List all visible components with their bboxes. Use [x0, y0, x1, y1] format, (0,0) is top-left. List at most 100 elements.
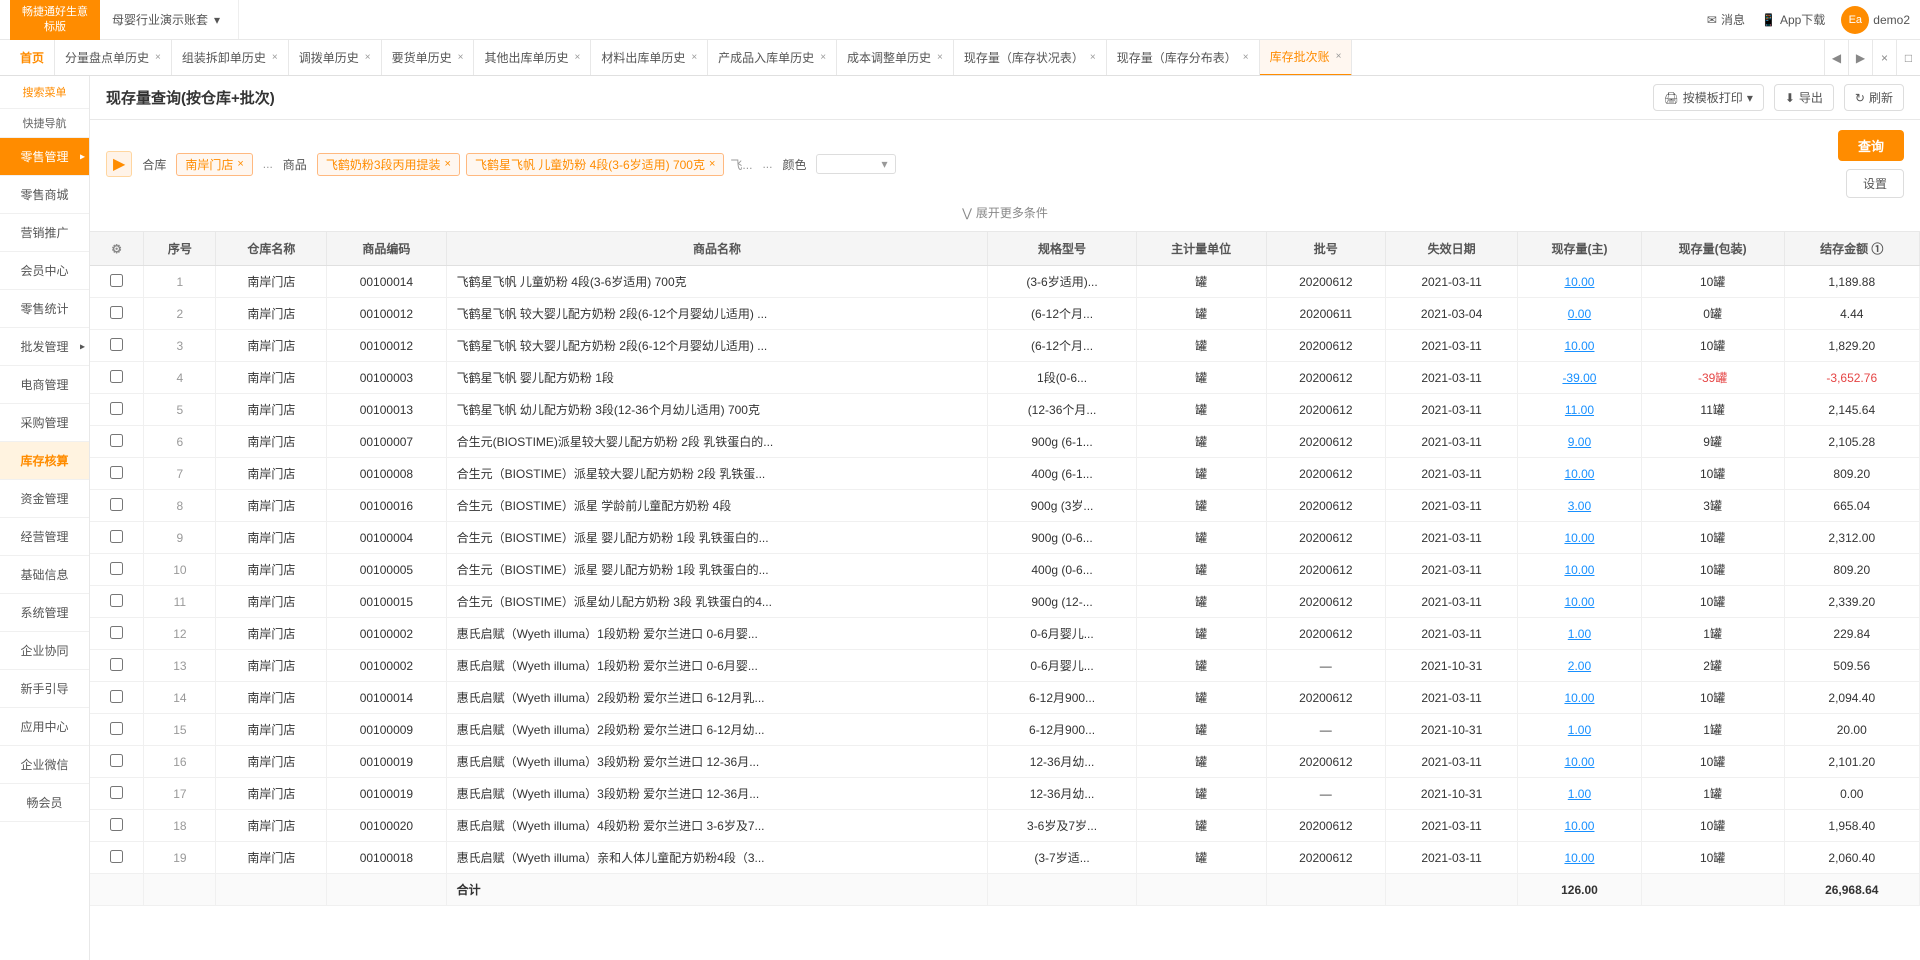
row-checkbox[interactable] — [90, 842, 144, 874]
row-stock-main[interactable]: 10.00 — [1518, 458, 1642, 490]
product-tag-0[interactable]: 飞鹤奶粉3段丙用提装 × — [317, 153, 460, 176]
tab-11[interactable]: 库存批次账 × — [1260, 40, 1353, 76]
row-checkbox[interactable] — [90, 682, 144, 714]
close-tab-btn[interactable]: × — [1872, 40, 1896, 76]
export-btn[interactable]: ⬇ 导出 — [1774, 84, 1834, 111]
sidebar-item-business[interactable]: 经营管理 — [0, 518, 89, 556]
sidebar-item-basic[interactable]: 基础信息 — [0, 556, 89, 594]
tab-1[interactable]: 分量盘点单历史 × — [55, 40, 172, 76]
close-icon[interactable]: × — [272, 52, 278, 63]
user-btn[interactable]: Ea demo2 — [1841, 6, 1910, 34]
row-checkbox[interactable] — [90, 810, 144, 842]
sidebar-item-wholesale[interactable]: 批发管理▸ — [0, 328, 89, 366]
filter-toggle-btn[interactable]: ▶ — [106, 151, 132, 177]
industry-select[interactable]: 母婴行业演示账套 ▾ — [100, 0, 239, 39]
row-checkbox[interactable] — [90, 330, 144, 362]
row-checkbox[interactable] — [90, 554, 144, 586]
tab-3[interactable]: 调拨单历史 × — [289, 40, 382, 76]
close-icon[interactable]: × — [1243, 52, 1249, 63]
sidebar-search[interactable]: 搜索菜单 — [0, 76, 89, 109]
tab-9[interactable]: 现存量（库存状况表）× — [954, 40, 1107, 76]
tab-8[interactable]: 成本调整单历史 × — [837, 40, 954, 76]
row-checkbox[interactable] — [90, 746, 144, 778]
sidebar-item-retail[interactable]: 零售管理▸ — [0, 138, 89, 176]
row-stock-main[interactable]: 11.00 — [1518, 394, 1642, 426]
sidebar-item-system[interactable]: 系统管理 — [0, 594, 89, 632]
warehouse-tag[interactable]: 南岸门店 × — [176, 153, 252, 176]
prev-tab-btn[interactable]: ◀ — [1824, 40, 1848, 76]
sidebar-item-guide[interactable]: 新手引导 — [0, 670, 89, 708]
product-remove-btn-0[interactable]: × — [445, 158, 451, 170]
row-checkbox[interactable] — [90, 266, 144, 298]
row-checkbox[interactable] — [90, 778, 144, 810]
product-more[interactable]: 飞... — [730, 156, 752, 173]
sidebar-item-marketing[interactable]: 营销推广 — [0, 214, 89, 252]
row-stock-main[interactable]: 10.00 — [1518, 810, 1642, 842]
expand-more-btn[interactable]: ⋁ 展开更多条件 — [962, 204, 1048, 221]
close-icon[interactable]: × — [458, 52, 464, 63]
close-icon[interactable]: × — [1090, 52, 1096, 63]
row-checkbox[interactable] — [90, 362, 144, 394]
maximize-tab-btn[interactable]: □ — [1896, 40, 1920, 76]
row-stock-main[interactable]: 10.00 — [1518, 266, 1642, 298]
tab-7[interactable]: 产成品入库单历史 × — [708, 40, 837, 76]
row-checkbox[interactable] — [90, 618, 144, 650]
tab-5[interactable]: 其他出库单历史 × — [474, 40, 591, 76]
sidebar-item-member[interactable]: 会员中心 — [0, 252, 89, 290]
row-stock-main[interactable]: 10.00 — [1518, 522, 1642, 554]
product-tag-1[interactable]: 飞鹤星飞帆 儿童奶粉 4段(3-6岁适用) 700克 × — [466, 153, 724, 176]
row-stock-main[interactable]: 3.00 — [1518, 490, 1642, 522]
download-btn[interactable]: 📱 App下载 — [1761, 11, 1825, 28]
row-checkbox[interactable] — [90, 650, 144, 682]
close-icon[interactable]: × — [574, 52, 580, 63]
color-select[interactable]: ▾ — [816, 154, 896, 174]
row-checkbox[interactable] — [90, 522, 144, 554]
row-stock-main[interactable]: 0.00 — [1518, 298, 1642, 330]
sidebar-item-retail-stats[interactable]: 零售统计 — [0, 290, 89, 328]
template-print-btn[interactable]: 🖨 按模板打印 ▾ — [1653, 84, 1764, 111]
row-checkbox[interactable] — [90, 458, 144, 490]
row-stock-main[interactable]: 9.00 — [1518, 426, 1642, 458]
close-icon[interactable]: × — [155, 52, 161, 63]
tab-4[interactable]: 要货单历史 × — [382, 40, 475, 76]
close-icon[interactable]: × — [691, 52, 697, 63]
tab-10[interactable]: 现存量（库存分布表）× — [1107, 40, 1260, 76]
row-stock-main[interactable]: -39.00 — [1518, 362, 1642, 394]
row-stock-main[interactable]: 2.00 — [1518, 650, 1642, 682]
message-btn[interactable]: ✉ 消息 — [1707, 11, 1745, 28]
warehouse-remove-btn[interactable]: × — [237, 158, 243, 170]
sidebar-item-vip[interactable]: 畅会员 — [0, 784, 89, 822]
row-checkbox[interactable] — [90, 298, 144, 330]
sidebar-quick-nav[interactable]: 快捷导航 — [0, 109, 89, 138]
row-stock-main[interactable]: 1.00 — [1518, 618, 1642, 650]
row-stock-main[interactable]: 10.00 — [1518, 682, 1642, 714]
row-stock-main[interactable]: 10.00 — [1518, 586, 1642, 618]
sidebar-item-wechat[interactable]: 企业微信 — [0, 746, 89, 784]
row-checkbox[interactable] — [90, 426, 144, 458]
sidebar-item-inventory[interactable]: 库存核算 — [0, 442, 89, 480]
row-stock-main[interactable]: 10.00 — [1518, 554, 1642, 586]
close-icon[interactable]: × — [937, 52, 943, 63]
close-icon[interactable]: × — [1336, 51, 1342, 62]
product-more-dots[interactable]: ... — [762, 157, 772, 171]
refresh-btn[interactable]: ↻ 刷新 — [1844, 84, 1904, 111]
close-icon[interactable]: × — [820, 52, 826, 63]
warehouse-more[interactable]: ... — [263, 157, 273, 171]
sidebar-item-app[interactable]: 应用中心 — [0, 708, 89, 746]
setting-btn[interactable]: 设置 — [1846, 169, 1904, 198]
product-remove-btn-1[interactable]: × — [709, 158, 715, 170]
row-stock-main[interactable]: 1.00 — [1518, 714, 1642, 746]
row-checkbox[interactable] — [90, 714, 144, 746]
row-stock-main[interactable]: 10.00 — [1518, 330, 1642, 362]
tab-home[interactable]: 首页 — [10, 40, 55, 76]
row-checkbox[interactable] — [90, 586, 144, 618]
sidebar-item-purchase[interactable]: 采购管理 — [0, 404, 89, 442]
query-btn[interactable]: 查询 — [1838, 130, 1904, 161]
row-stock-main[interactable]: 10.00 — [1518, 746, 1642, 778]
row-stock-main[interactable]: 10.00 — [1518, 842, 1642, 874]
col-settings[interactable]: ⚙ — [90, 232, 144, 266]
close-icon[interactable]: × — [365, 52, 371, 63]
next-tab-btn[interactable]: ▶ — [1848, 40, 1872, 76]
row-checkbox[interactable] — [90, 394, 144, 426]
sidebar-item-finance[interactable]: 资金管理 — [0, 480, 89, 518]
